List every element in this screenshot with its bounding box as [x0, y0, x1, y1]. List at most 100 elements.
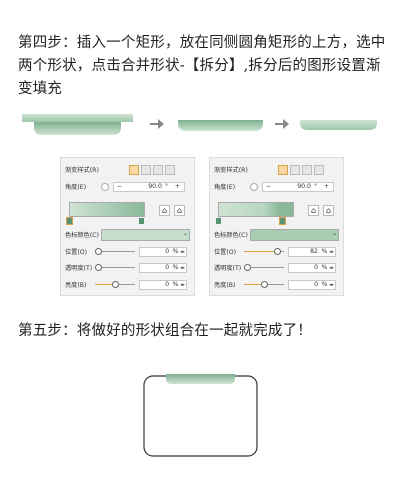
radial-style-button[interactable] — [290, 164, 300, 175]
remove-stop-icon[interactable]: ⌂ — [174, 205, 185, 216]
angle-plus-button[interactable]: + — [171, 183, 184, 190]
angle-label: 角度(E) — [65, 184, 87, 191]
angle-value[interactable]: 90.0 — [125, 183, 162, 190]
gradient-preview — [69, 202, 145, 217]
angle-spinner[interactable]: − 90.0 ° + — [262, 181, 334, 192]
brightness-input[interactable]: 0 % ◂▸ — [288, 279, 336, 290]
chevron-down-icon: ⌄ — [331, 229, 337, 237]
color-label: 色标颜色(C) — [214, 232, 248, 239]
color-select[interactable]: ⌄ — [101, 228, 190, 241]
angle-label: 角度(E) — [214, 184, 236, 191]
brightness-input[interactable]: 0 % ◂▸ — [139, 279, 187, 290]
add-stop-icon[interactable]: ⌂ — [308, 205, 319, 216]
slider-thumb[interactable] — [261, 280, 268, 288]
chevron-down-icon: ⌄ — [182, 229, 188, 237]
percent-unit: % — [321, 248, 328, 255]
gradient-panel-1: 渐变样式(R) 角度(E) − 90.0 ° + ⌂ ⌂ 色标颜色(C) ⌄ 位… — [60, 157, 195, 296]
gradient-panel-2: 渐变样式(R) 角度(E) − 90.0 ° + ⌂ ⌂ 色标颜色(C) ⌄ 位… — [209, 157, 344, 296]
transparency-label: 透明度(T) — [65, 265, 93, 272]
transparency-value[interactable]: 0 — [140, 264, 172, 271]
angle-dial-icon[interactable] — [250, 182, 258, 191]
style-label: 渐变样式(R) — [65, 167, 99, 174]
spinner-arrows-icon[interactable]: ◂▸ — [328, 282, 335, 288]
rounded-rect-shape — [34, 122, 121, 135]
spinner-arrows-icon[interactable]: ◂▸ — [328, 265, 335, 271]
arrow-right-icon — [275, 119, 289, 129]
position-row: 位置(O) 82 % ◂▸ — [214, 246, 339, 257]
position-label: 位置(O) — [65, 249, 88, 256]
linear-style-button[interactable] — [129, 164, 139, 175]
brightness-slider[interactable] — [244, 280, 284, 290]
transparency-value[interactable]: 0 — [289, 264, 321, 271]
position-value[interactable]: 0 — [140, 248, 172, 255]
angle-row: 角度(E) − 90.0 ° + — [65, 181, 190, 192]
split-shape-1 — [178, 120, 263, 131]
gradient-stop-left[interactable] — [67, 218, 72, 224]
brightness-row: 亮度(B) 0 % ◂▸ — [214, 279, 339, 290]
position-row: 位置(O) 0 % ◂▸ — [65, 246, 190, 257]
rect-style-button[interactable] — [302, 164, 312, 175]
spinner-arrows-icon[interactable]: ◂▸ — [179, 265, 186, 271]
transparency-input[interactable]: 0 % ◂▸ — [139, 262, 187, 273]
transparency-input[interactable]: 0 % ◂▸ — [288, 262, 336, 273]
angle-minus-button[interactable]: − — [114, 183, 125, 190]
gradient-stop-right[interactable] — [139, 218, 144, 224]
position-input[interactable]: 82 % ◂▸ — [288, 246, 336, 257]
split-shape-2 — [300, 120, 377, 130]
slider-thumb[interactable] — [112, 280, 119, 288]
percent-unit: % — [321, 264, 328, 271]
angle-plus-button[interactable]: + — [320, 183, 333, 190]
position-input[interactable]: 0 % ◂▸ — [139, 246, 187, 257]
style-label: 渐变样式(R) — [214, 167, 248, 174]
shape-sequence-drawing — [22, 114, 377, 135]
remove-stop-icon[interactable]: ⌂ — [323, 205, 334, 216]
slider-thumb[interactable] — [274, 247, 281, 255]
arrow-right-icon — [150, 119, 164, 129]
transparency-row: 透明度(T) 0 % ◂▸ — [214, 262, 339, 273]
transparency-label: 透明度(T) — [214, 265, 242, 272]
angle-dial-icon[interactable] — [101, 182, 109, 191]
slider-thumb[interactable] — [95, 247, 102, 255]
brightness-value[interactable]: 0 — [289, 281, 321, 288]
add-stop-icon[interactable]: ⌂ — [159, 205, 170, 216]
angle-minus-button[interactable]: − — [263, 183, 274, 190]
transparency-row: 透明度(T) 0 % ◂▸ — [65, 262, 190, 273]
style-row: 渐变样式(R) — [214, 164, 339, 175]
brightness-value[interactable]: 0 — [140, 281, 172, 288]
spinner-arrows-icon[interactable]: ◂▸ — [179, 249, 186, 255]
spinner-arrows-icon[interactable]: ◂▸ — [328, 249, 335, 255]
style-row: 渐变样式(R) — [65, 164, 190, 175]
spinner-arrows-icon[interactable]: ◂▸ — [179, 282, 186, 288]
final-shape-drawing — [143, 374, 258, 457]
angle-row: 角度(E) − 90.0 ° + — [214, 181, 339, 192]
path-style-button[interactable] — [314, 164, 324, 175]
path-style-button[interactable] — [165, 164, 175, 175]
shape-sequence — [0, 110, 400, 138]
slider-thumb[interactable] — [244, 263, 251, 271]
gradient-stop-right[interactable] — [280, 218, 285, 224]
angle-spinner[interactable]: − 90.0 ° + — [113, 181, 185, 192]
position-value[interactable]: 82 — [289, 248, 321, 255]
green-tab-shape — [166, 374, 235, 384]
gradient-stop-left[interactable] — [216, 218, 221, 224]
position-slider[interactable] — [95, 247, 135, 257]
gradient-bar: ⌂ ⌂ — [65, 202, 190, 225]
position-slider[interactable] — [244, 247, 284, 257]
transparency-slider[interactable] — [244, 263, 284, 273]
slider-thumb[interactable] — [95, 263, 102, 271]
color-row: 色标颜色(C) ⌄ — [65, 228, 190, 241]
final-shape — [142, 372, 259, 458]
brightness-label: 亮度(B) — [214, 282, 236, 289]
transparency-slider[interactable] — [95, 263, 135, 273]
gradient-preview — [218, 202, 294, 217]
linear-style-button[interactable] — [278, 164, 288, 175]
percent-unit: % — [172, 248, 179, 255]
radial-style-button[interactable] — [141, 164, 151, 175]
angle-value[interactable]: 90.0 — [274, 183, 311, 190]
brightness-slider[interactable] — [95, 280, 135, 290]
color-select[interactable]: ⌄ — [250, 228, 339, 241]
percent-unit: % — [321, 281, 328, 288]
color-label: 色标颜色(C) — [65, 232, 99, 239]
angle-unit: ° — [164, 183, 169, 190]
rect-style-button[interactable] — [153, 164, 163, 175]
